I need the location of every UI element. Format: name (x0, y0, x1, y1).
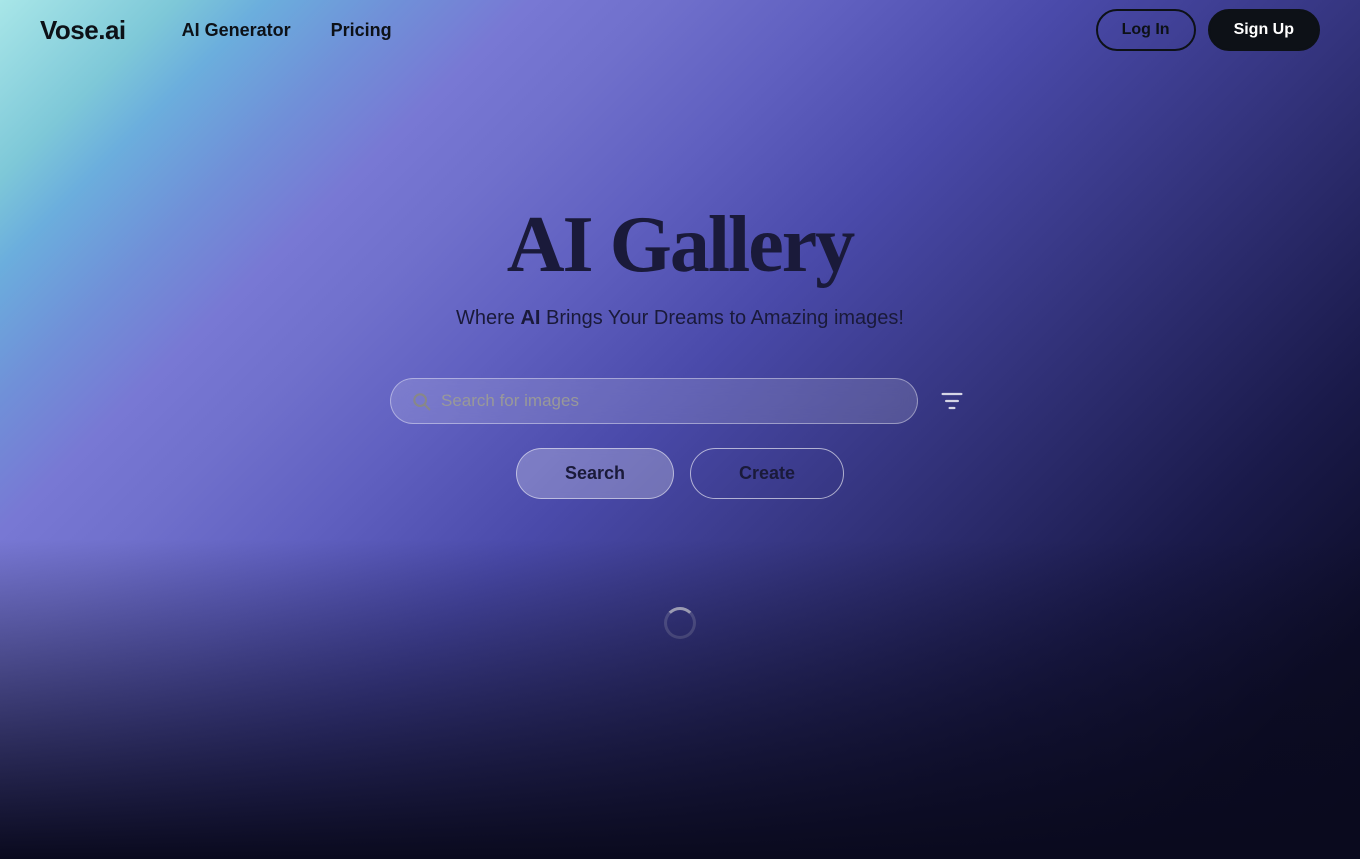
loading-spinner-wrapper (664, 607, 696, 639)
create-button[interactable]: Create (690, 448, 844, 499)
page-wrapper: Vose.ai AI Generator Pricing Log In Sign… (0, 0, 1360, 859)
search-button[interactable]: Search (516, 448, 674, 499)
hero-subtitle-post: Brings Your Dreams to Amazing images! (540, 307, 904, 329)
hero-subtitle: Where AI Brings Your Dreams to Amazing i… (456, 307, 904, 330)
search-container (390, 378, 970, 424)
filter-button[interactable] (934, 383, 970, 419)
search-input[interactable] (441, 391, 897, 411)
login-button[interactable]: Log In (1096, 9, 1196, 51)
signup-button[interactable]: Sign Up (1208, 9, 1320, 51)
buttons-row: Search Create (516, 448, 844, 499)
search-input-wrapper[interactable] (390, 378, 918, 424)
hero-title: AI Gallery (507, 200, 854, 291)
hero-subtitle-bold: AI (520, 307, 540, 329)
nav-ai-generator[interactable]: AI Generator (166, 12, 307, 49)
hero-subtitle-pre: Where (456, 307, 520, 329)
loading-spinner (664, 607, 696, 639)
nav-links: AI Generator Pricing (166, 12, 1096, 49)
hero-section: AI Gallery Where AI Brings Your Dreams t… (0, 0, 1360, 859)
nav-pricing[interactable]: Pricing (315, 12, 408, 49)
navbar: Vose.ai AI Generator Pricing Log In Sign… (0, 0, 1360, 60)
nav-actions: Log In Sign Up (1096, 9, 1320, 51)
search-icon (411, 391, 431, 411)
logo[interactable]: Vose.ai (40, 15, 126, 46)
